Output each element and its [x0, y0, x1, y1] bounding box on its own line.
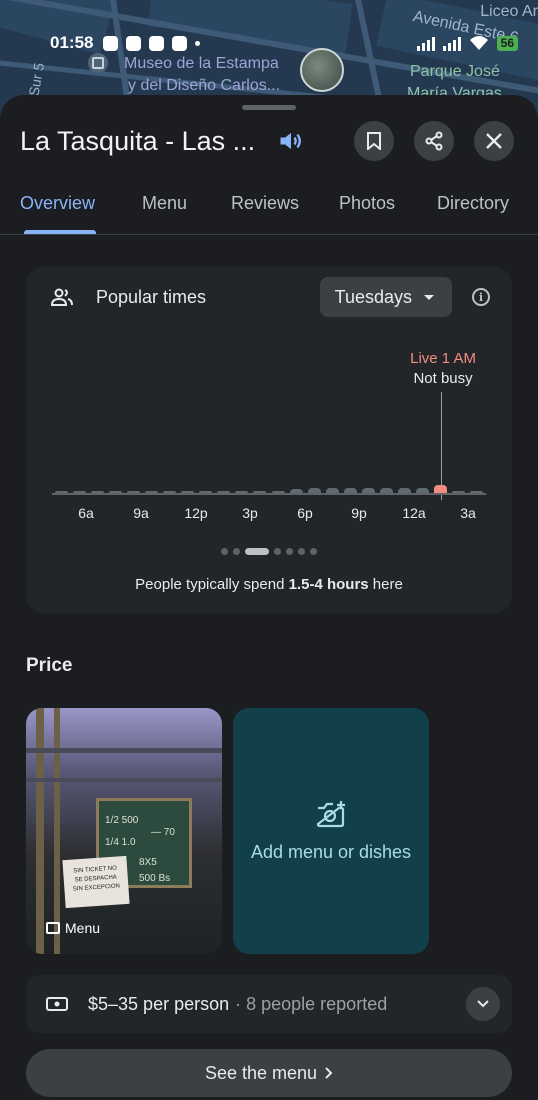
hour-label: 6p [297, 505, 313, 521]
popular-times-title: Popular times [96, 286, 207, 307]
notification-icon [149, 35, 165, 51]
live-status: Not busy [413, 370, 473, 387]
photo-label: Menu [46, 920, 100, 936]
selected-day: Tuesdays [334, 286, 412, 307]
close-icon [486, 133, 502, 149]
add-menu-button[interactable]: Add menu or dishes [233, 708, 429, 954]
place-title: La Tasquita - Las ... [20, 125, 256, 156]
day-dropdown[interactable]: Tuesdays [319, 277, 452, 317]
pager-dot-active[interactable] [245, 548, 269, 555]
hour-label: 12p [184, 505, 208, 521]
map-label-museo-2[interactable]: y del Diseño Carlos... [128, 76, 280, 95]
tab-menu[interactable]: Menu [142, 193, 187, 214]
hour-label: 9p [351, 505, 367, 521]
popular-times-card: Popular times Tuesdays i Live 1 AM Not b… [26, 267, 512, 613]
menu-photo[interactable]: 1/2 500 1/4 1.0 — 70 8X5 500 Bs SIN TICK… [26, 708, 222, 954]
wifi-icon [469, 36, 488, 50]
price-reported: · 8 people reported [235, 993, 388, 1014]
tab-directory[interactable]: Directory [437, 193, 509, 214]
pager-dot[interactable] [221, 548, 228, 555]
save-button[interactable] [354, 121, 394, 161]
live-indicator: Live 1 AM Not busy [410, 349, 476, 389]
notification-icon [172, 35, 188, 51]
tab-bar: Overview Menu Reviews Photos Directory [0, 183, 538, 235]
pager-dot[interactable] [286, 548, 293, 555]
notification-icons [103, 35, 201, 51]
hour-label: 3p [242, 505, 258, 521]
notification-icon [103, 35, 119, 51]
live-busyness-bar[interactable] [434, 485, 447, 493]
signal-icon [416, 36, 435, 51]
pager-dot[interactable] [298, 548, 305, 555]
menu-notice: SIN TICKET NO SE DESPACHA SIN EXCEPCION [62, 855, 130, 909]
chart-axis [52, 493, 486, 495]
share-icon [425, 131, 443, 151]
hour-label: 3a [460, 505, 476, 521]
price-range: $5–35 per person [88, 993, 230, 1014]
hour-label: 6a [78, 505, 94, 521]
battery-icon: 56 [496, 35, 518, 51]
map-label-liceo: Liceo Ar [480, 3, 538, 20]
chevron-right-icon [325, 1067, 333, 1079]
tab-photos[interactable]: Photos [339, 193, 395, 214]
info-icon[interactable]: i [472, 288, 490, 306]
spend-suffix: here [368, 576, 403, 593]
see-menu-button[interactable]: See the menu [26, 1049, 512, 1097]
more-notifications-icon [195, 40, 201, 46]
money-icon [46, 997, 68, 1011]
expand-price-button[interactable] [466, 987, 500, 1021]
museum-pin-icon[interactable] [88, 53, 108, 73]
visit-duration: People typically spend 1.5-4 hours here [26, 576, 512, 593]
signal-icon [442, 36, 461, 51]
chevron-down-icon [477, 1000, 489, 1008]
chevron-down-icon [424, 294, 434, 300]
speaker-icon[interactable] [277, 127, 305, 155]
close-button[interactable] [474, 121, 514, 161]
day-pager[interactable] [26, 548, 512, 555]
spend-prefix: People typically spend [135, 576, 289, 593]
live-time: Live 1 AM [410, 350, 476, 367]
map-label-museo[interactable]: Museo de la Estampa [124, 54, 279, 73]
share-button[interactable] [414, 121, 454, 161]
price-heading: Price [26, 655, 73, 676]
image-icon [46, 922, 60, 934]
add-menu-label: Add menu or dishes [250, 841, 412, 862]
place-sheet: La Tasquita - Las ... Overview Menu Revi… [0, 95, 538, 1100]
photo-label-text: Menu [65, 920, 101, 936]
pager-dot[interactable] [310, 548, 317, 555]
pager-dot[interactable] [274, 548, 281, 555]
title-row: La Tasquita - Las ... [20, 121, 514, 161]
hour-label: 9a [133, 505, 149, 521]
status-bar: 01:58 56 [50, 30, 518, 56]
hour-label: 12a [402, 505, 426, 521]
active-tab-indicator [24, 230, 96, 234]
status-time: 01:58 [50, 33, 94, 52]
add-photo-icon [316, 800, 345, 827]
tab-overview[interactable]: Overview [20, 193, 95, 214]
map-label-parque[interactable]: Parque José [410, 62, 500, 81]
bookmark-icon [367, 132, 381, 150]
spend-value: 1.5-4 hours [288, 576, 369, 593]
see-menu-label: See the menu [204, 1062, 318, 1083]
price-range-row[interactable]: $5–35 per person · 8 people reported [26, 975, 512, 1033]
drag-handle[interactable] [242, 105, 296, 110]
tab-reviews[interactable]: Reviews [231, 193, 299, 214]
people-icon [50, 288, 73, 306]
pager-dot[interactable] [233, 548, 240, 555]
popular-times-chart[interactable] [52, 453, 486, 493]
chat-icon [126, 35, 142, 51]
